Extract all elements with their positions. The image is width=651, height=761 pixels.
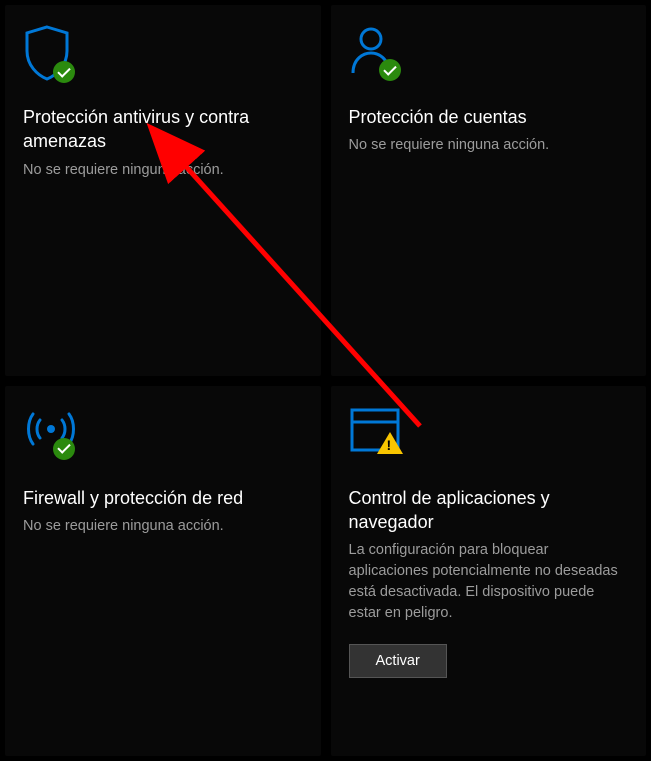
tile-status: La configuración para bloquear aplicacio… <box>349 540 629 624</box>
status-badge-ok <box>53 61 75 83</box>
tile-title: Protección antivirus y contra amenazas <box>23 105 303 154</box>
tile-account-protection[interactable]: Protección de cuentas No se requiere nin… <box>331 5 647 376</box>
tile-title: Control de aplicaciones y navegador <box>349 486 629 535</box>
activate-button[interactable]: Activar <box>349 644 447 678</box>
status-badge-ok <box>53 438 75 460</box>
shield-icon <box>23 25 303 87</box>
tile-title: Protección de cuentas <box>349 105 629 129</box>
tile-status: No se requiere ninguna acción. <box>23 516 303 537</box>
browser-icon <box>349 406 629 468</box>
tile-status: No se requiere ninguna acción. <box>349 135 629 156</box>
firewall-icon <box>23 406 303 468</box>
tile-app-browser-control[interactable]: Control de aplicaciones y navegador La c… <box>331 386 647 757</box>
tile-status: No se requiere ninguna acción. <box>23 160 303 181</box>
status-badge-ok <box>379 59 401 81</box>
status-badge-warn <box>377 432 403 454</box>
tile-antivirus[interactable]: Protección antivirus y contra amenazas N… <box>5 5 321 376</box>
tile-firewall[interactable]: Firewall y protección de red No se requi… <box>5 386 321 757</box>
person-icon <box>349 25 629 87</box>
tile-title: Firewall y protección de red <box>23 486 303 510</box>
